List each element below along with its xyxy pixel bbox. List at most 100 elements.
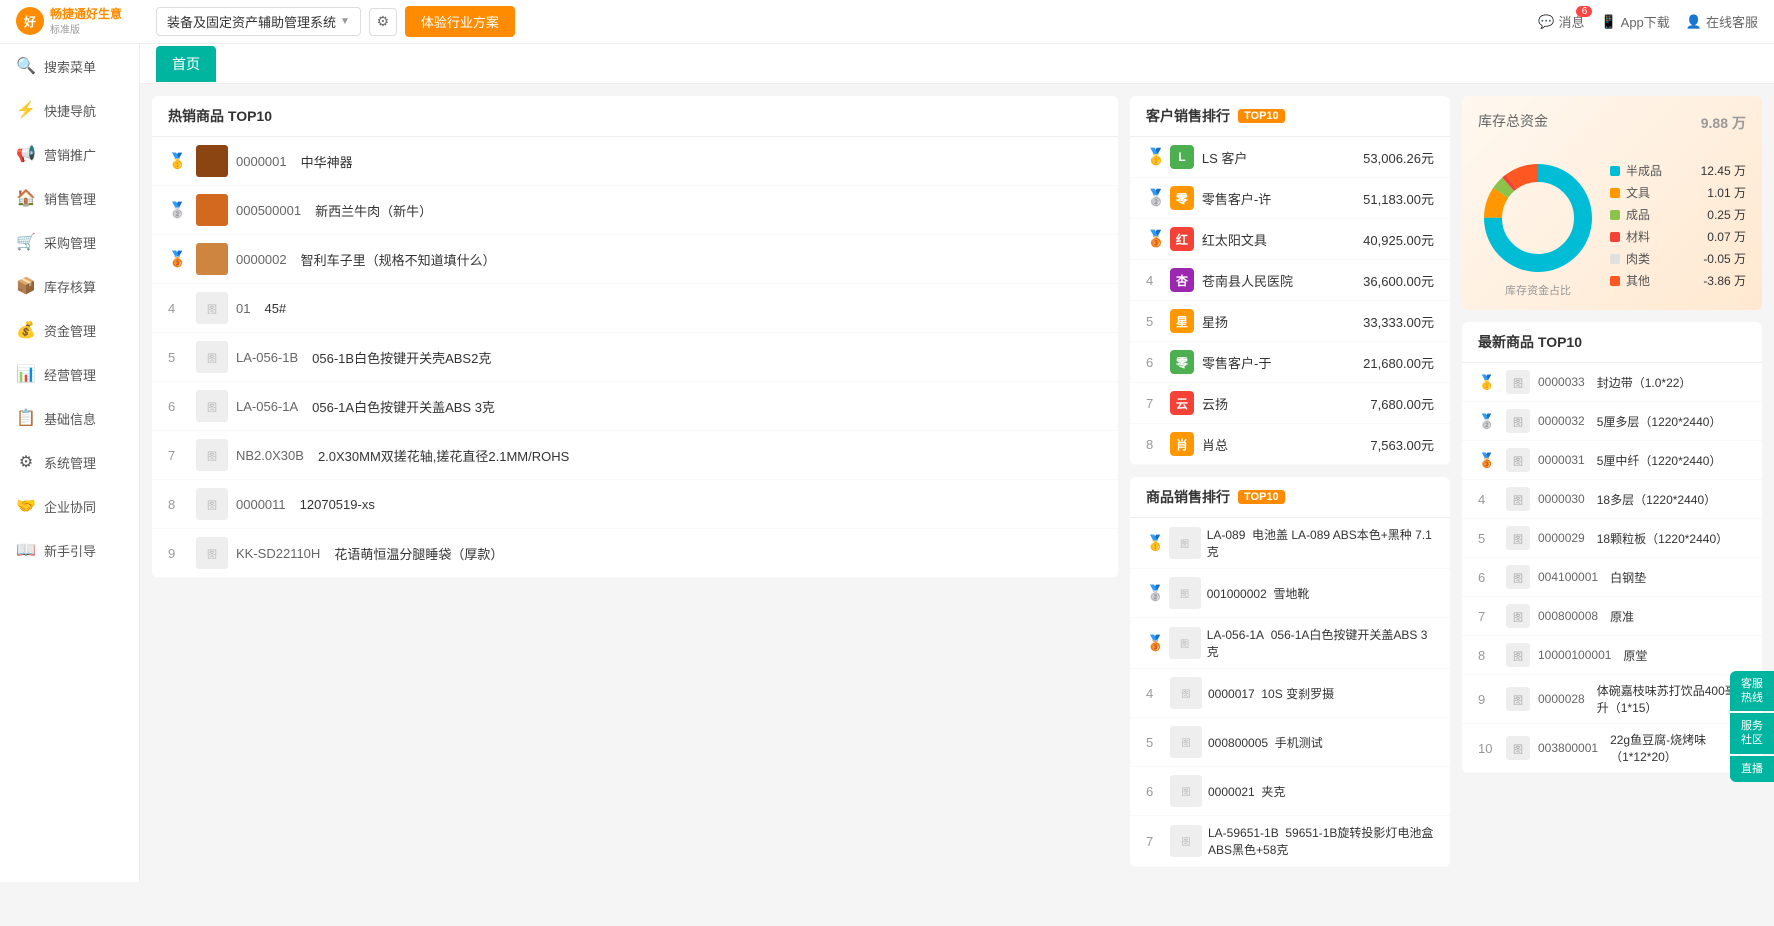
legend-item: 文具 1.01 万 (1610, 184, 1746, 201)
table-row: 4 杏 苍南县人民医院 36,600.00元 (1130, 260, 1450, 301)
customer-ranking-badge: TOP10 (1238, 109, 1285, 123)
sidebar-item-1[interactable]: ⚡快捷导航 (0, 88, 139, 132)
sidebar-item-11[interactable]: 📖新手引导 (0, 528, 139, 572)
float-community-btn[interactable]: 服务社区 (1730, 713, 1774, 754)
rank-num: 8 (168, 497, 188, 512)
service-label: 在线客服 (1706, 12, 1758, 31)
message-button[interactable]: 💬 消息 6 (1538, 12, 1584, 31)
product-name: 12070519-xs (300, 497, 1102, 512)
sidebar-label-10: 企业协同 (44, 497, 96, 516)
product-name: 原准 (1610, 608, 1746, 625)
table-row: 6 零 零售客户-于 21,680.00元 (1130, 342, 1450, 383)
product-name: 056-1A白色按键开关盖ABS 3克 (312, 397, 1102, 416)
product-code: 000500001 (236, 203, 301, 218)
rank-avatar: 云 (1170, 391, 1194, 415)
product-icon: 图 (1506, 487, 1530, 511)
gear-button[interactable]: ⚙ (369, 8, 397, 36)
rank-num: 7 (1146, 834, 1170, 849)
phone-icon: 📱 (1600, 14, 1616, 30)
product-name: 智利车子里（规格不知道填什么） (301, 250, 1102, 269)
medal-icon: 🥉 (1146, 229, 1166, 249)
product-img: 图 (196, 390, 228, 422)
sidebar-item-3[interactable]: 🏠销售管理 (0, 176, 139, 220)
list-item: 🥈 000500001 新西兰牛肉（新牛） (152, 186, 1118, 235)
message-icon: 💬 (1538, 14, 1554, 30)
legend-dot (1610, 232, 1620, 242)
sidebar-item-7[interactable]: 📊经营管理 (0, 352, 139, 396)
rank-avatar: 零 (1170, 186, 1194, 210)
sys-select[interactable]: 装备及固定资产辅助管理系统 ▼ (156, 7, 361, 36)
rank-avatar: 红 (1170, 227, 1194, 251)
table-row: 🥉 红 红太阳文具 40,925.00元 (1130, 219, 1450, 260)
medal-icon: 🥇 (168, 152, 188, 170)
hot-products-card: 热销商品 TOP10 🥇 0000001 中华神器 🥈 000500001 新西… (152, 96, 1118, 578)
rank-num: 5 (1478, 531, 1498, 546)
sys-name: 装备及固定资产辅助管理系统 (167, 12, 336, 31)
sidebar-icon-11: 📖 (16, 540, 36, 560)
product-name: 22g鱼豆腐-烧烤味（1*12*20） (1610, 731, 1746, 765)
float-live-btn[interactable]: 直播 (1730, 756, 1774, 782)
rank-num: 6 (1478, 570, 1498, 585)
sidebar-icon-10: 🤝 (16, 496, 36, 516)
product-code: 0000002 (236, 252, 287, 267)
sidebar-item-2[interactable]: 📢营销推广 (0, 132, 139, 176)
logo-area: 好 畅捷通好生意 标准版 (16, 7, 156, 36)
sidebar-icon-5: 📦 (16, 276, 36, 296)
customer-ranking-header: 客户销售排行 TOP10 (1130, 96, 1450, 137)
service-icon: 👤 (1686, 14, 1702, 30)
list-item: 🥈 图 0000032 5厘多层（1220*2440） (1462, 402, 1762, 441)
sidebar-item-6[interactable]: 💰资金管理 (0, 308, 139, 352)
sidebar-item-10[interactable]: 🤝 企业协同 (0, 484, 139, 528)
product-icon: 图 (1506, 736, 1530, 760)
trial-button[interactable]: 体验行业方案 (405, 6, 515, 37)
product-name: 18颗粒板（1220*2440） (1597, 530, 1746, 547)
sidebar-label-9: 系统管理 (44, 453, 96, 472)
product-name: 中华神器 (301, 152, 1102, 171)
product-code: 0000033 (1538, 375, 1585, 389)
app-download-button[interactable]: 📱 App下载 (1600, 12, 1669, 31)
sidebar-item-8[interactable]: 📋基础信息 (0, 396, 139, 440)
hot-products-list: 🥇 0000001 中华神器 🥈 000500001 新西兰牛肉（新牛） 🥉 0… (152, 137, 1118, 578)
medal-icon: 🥉 (168, 250, 188, 268)
list-item: 🥇 图 LA-089 电池盖 LA-089 ABS本色+黑种 7.1克 (1130, 518, 1450, 569)
sidebar-item-9[interactable]: ⚙系统管理 (0, 440, 139, 484)
legend-list: 半成品 12.45 万 文具 1.01 万 成品 0.25 万 材料 0.07 … (1610, 162, 1746, 294)
sidebar-item-4[interactable]: 🛒采购管理 (0, 220, 139, 264)
legend-value: 0.25 万 (1707, 206, 1746, 223)
product-code: 0000029 (1538, 531, 1585, 545)
rank-num: 7 (168, 448, 188, 463)
legend-value: 1.01 万 (1707, 184, 1746, 201)
product-info: 000800005 手机测试 (1208, 734, 1434, 751)
product-name: 056-1B白色按键开关壳ABS2克 (312, 348, 1102, 367)
legend-name: 成品 (1626, 206, 1701, 223)
left-panel: 热销商品 TOP10 🥇 0000001 中华神器 🥈 000500001 新西… (152, 96, 1118, 879)
message-badge: 6 (1576, 6, 1592, 17)
donut-chart-wrap: 库存资金占比 (1478, 158, 1598, 298)
online-service-button[interactable]: 👤 在线客服 (1686, 12, 1758, 31)
product-code: 0000032 (1538, 414, 1585, 428)
product-code: LA-056-1B (236, 350, 298, 365)
mid-products-card: 商品销售排行 TOP10 🥇 图 LA-089 电池盖 LA-089 ABS本色… (1130, 477, 1450, 867)
rank-num: 9 (1478, 692, 1498, 707)
float-service-btn[interactable]: 客服热线 (1730, 671, 1774, 712)
product-name: 原堂 (1623, 647, 1746, 664)
product-img: 图 (196, 341, 228, 373)
product-code: 10000100001 (1538, 648, 1611, 662)
logo-sub: 标准版 (50, 21, 122, 36)
sidebar-label-1: 快捷导航 (44, 101, 96, 120)
sidebar-icon-7: 📊 (16, 364, 36, 384)
list-item: 4 图 0000017 10S 变刹罗摄 (1130, 669, 1450, 718)
sidebar-item-0[interactable]: 🔍搜索菜单 (0, 44, 139, 88)
sidebar-icon-2: 📢 (16, 144, 36, 164)
rank-amount: 36,600.00元 (1363, 271, 1434, 290)
legend-item: 肉类 -0.05 万 (1610, 250, 1746, 267)
product-icon: 图 (1506, 643, 1530, 667)
home-tab[interactable]: 首页 (156, 46, 216, 82)
product-name: 体碗嘉枝味苏打饮品400毫升（1*15） (1597, 682, 1746, 716)
customer-ranking-list: 🥇 L LS 客户 53,006.26元 🥈 零 零售客户-许 51,183.0… (1130, 137, 1450, 465)
list-item: 🥉 图 LA-056-1A 056-1A白色按键开关盖ABS 3克 (1130, 618, 1450, 669)
legend-item: 半成品 12.45 万 (1610, 162, 1746, 179)
product-name: 18多层（1220*2440） (1597, 491, 1746, 508)
sidebar-item-5[interactable]: 📦库存核算 (0, 264, 139, 308)
product-name: 新西兰牛肉（新牛） (315, 201, 1102, 220)
